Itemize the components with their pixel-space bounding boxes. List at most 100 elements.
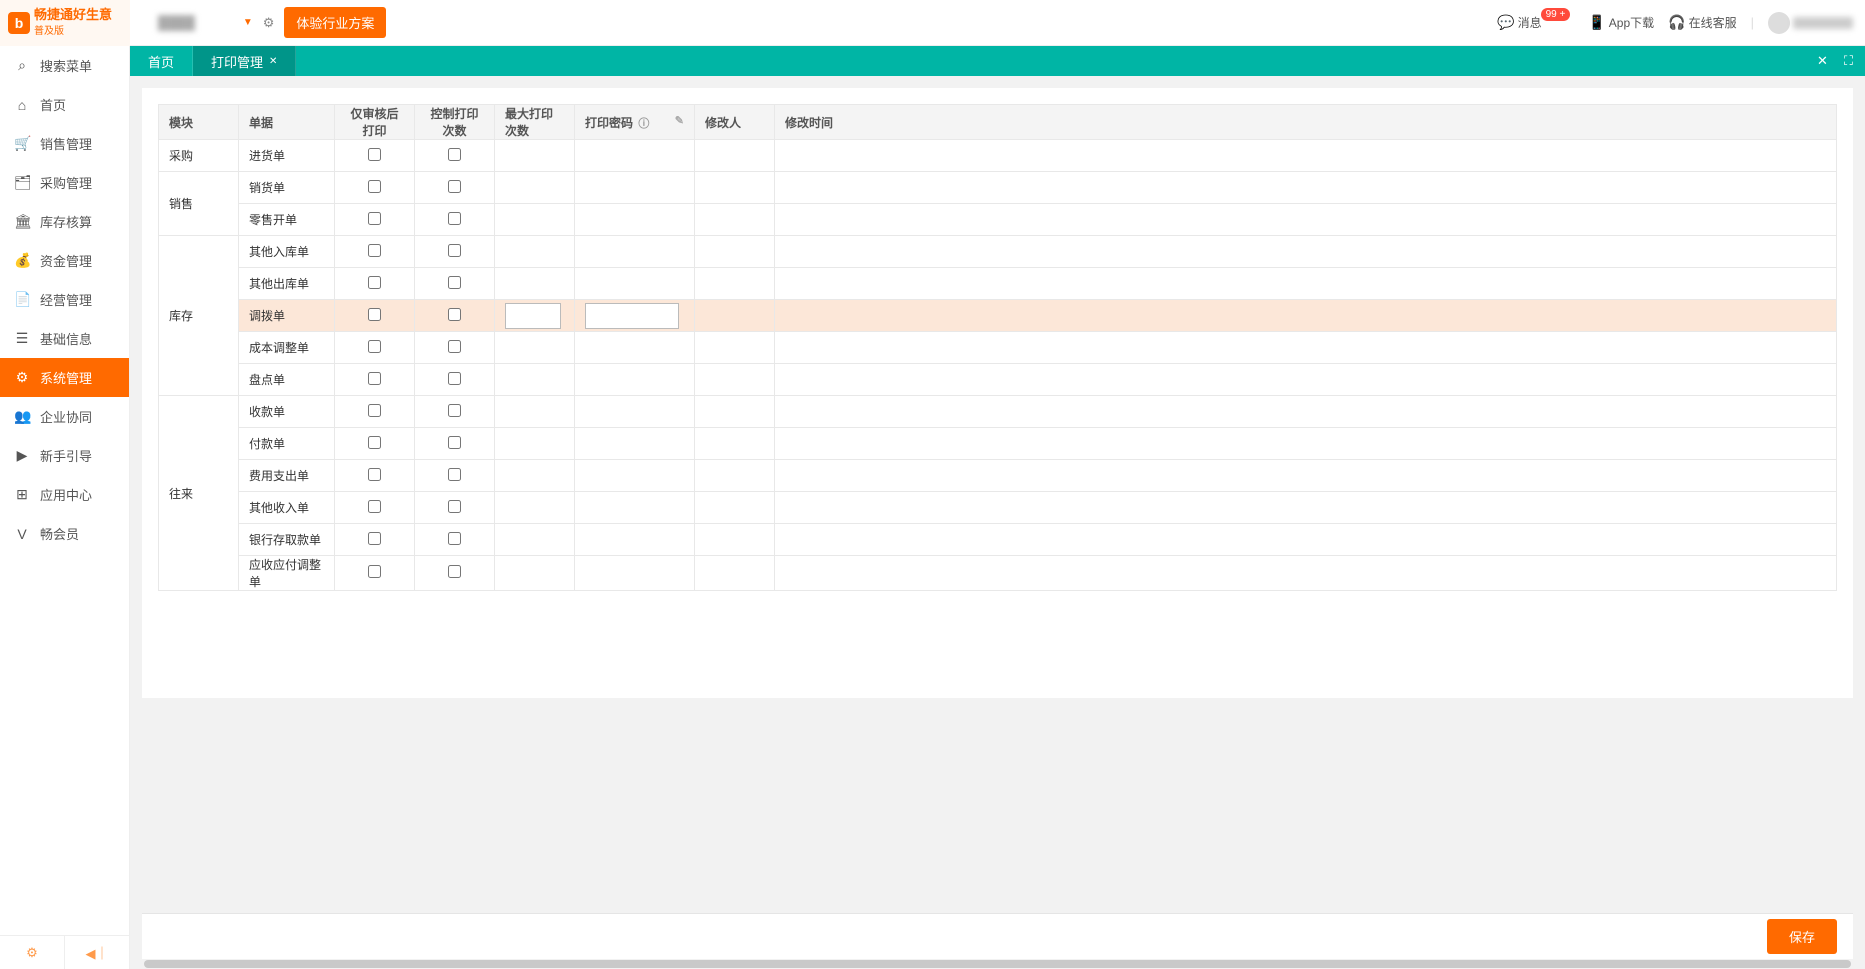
messages-link[interactable]: 💬 消息 99 + <box>1497 14 1574 31</box>
sidebar-item-purchase[interactable]: 🗂采购管理 <box>0 163 129 202</box>
close-icon[interactable]: ✕ <box>269 56 277 67</box>
sidebar-item-label: 应用中心 <box>40 485 92 504</box>
th-pwd: 打印密码 ⓘ ✎ <box>575 105 695 140</box>
ctrl-checkbox[interactable] <box>448 500 461 513</box>
cell-mtime <box>775 332 1837 364</box>
ctrl-checkbox[interactable] <box>448 276 461 289</box>
cell-pwd <box>575 556 695 591</box>
ctrl-checkbox[interactable] <box>448 212 461 225</box>
audit-checkbox[interactable] <box>368 565 381 578</box>
logo[interactable]: b 畅捷通好生意 普及版 <box>0 0 130 46</box>
cell-modifier <box>695 268 775 300</box>
sidebar-item-label: 经营管理 <box>40 290 92 309</box>
audit-checkbox[interactable] <box>368 308 381 321</box>
cell-ctrl <box>415 428 495 460</box>
cell-modifier <box>695 332 775 364</box>
online-service-link[interactable]: 🎧 在线客服 <box>1668 14 1736 31</box>
ctrl-checkbox[interactable] <box>448 565 461 578</box>
main: 首页打印管理✕ ✕ ⛶ 模块 单据 仅审核后打印 控制打印次数 最大打印次数 打… <box>130 46 1865 969</box>
sidebar-item-label: 库存核算 <box>40 212 92 231</box>
cell-modifier <box>695 236 775 268</box>
cell-pwd <box>575 524 695 556</box>
sidebar-item-guide[interactable]: ▶新手引导 <box>0 436 129 475</box>
ctrl-checkbox[interactable] <box>448 180 461 193</box>
audit-checkbox[interactable] <box>368 244 381 257</box>
tenant-selector[interactable]: ████ ▼ <box>150 13 253 32</box>
ctrl-checkbox[interactable] <box>448 148 461 161</box>
username-blurred <box>1793 17 1853 29</box>
sidebar-item-funds[interactable]: 💰资金管理 <box>0 241 129 280</box>
tab-打印管理[interactable]: 打印管理✕ <box>193 46 296 76</box>
top-header: b 畅捷通好生意 普及版 ████ ▼ ⚙ 体验行业方案 💬 消息 99 + 📱… <box>0 0 1865 46</box>
cell-ctrl <box>415 460 495 492</box>
save-button[interactable]: 保存 <box>1767 919 1837 954</box>
audit-checkbox[interactable] <box>368 340 381 353</box>
sidebar-item-collab[interactable]: 👥企业协同 <box>0 397 129 436</box>
audit-checkbox[interactable] <box>368 436 381 449</box>
audit-checkbox[interactable] <box>368 372 381 385</box>
max-print-input[interactable] <box>505 303 561 329</box>
ctrl-checkbox[interactable] <box>448 468 461 481</box>
ctrl-checkbox[interactable] <box>448 372 461 385</box>
cell-mtime <box>775 428 1837 460</box>
help-icon[interactable]: ⓘ <box>638 118 649 130</box>
edit-icon[interactable]: ✎ <box>675 114 684 127</box>
collab-icon: 👥 <box>14 408 30 425</box>
sidebar-item-inventory[interactable]: 🏛库存核算 <box>0 202 129 241</box>
audit-checkbox[interactable] <box>368 532 381 545</box>
cell-pwd <box>575 396 695 428</box>
tab-首页[interactable]: 首页 <box>130 46 193 76</box>
messages-label: 消息 <box>1518 14 1542 31</box>
sidebar-item-home[interactable]: ⌂首页 <box>0 85 129 124</box>
cell-pwd <box>575 236 695 268</box>
th-audit: 仅审核后打印 <box>335 105 415 140</box>
app-download-link[interactable]: 📱 App下载 <box>1588 14 1654 31</box>
collapse-icon: ◀｜ <box>86 943 109 962</box>
table-row: 零售开单 <box>159 204 1837 236</box>
gear-icon[interactable]: ⚙ <box>263 15 275 31</box>
cell-module: 往来 <box>159 396 239 591</box>
audit-checkbox[interactable] <box>368 276 381 289</box>
settings-button[interactable]: ⚙ <box>0 936 65 969</box>
cell-max <box>495 556 575 591</box>
user-menu[interactable] <box>1768 12 1853 34</box>
print-password-input[interactable] <box>585 303 679 329</box>
guide-icon: ▶ <box>14 447 30 464</box>
cell-audit <box>335 332 415 364</box>
cell-doc: 费用支出单 <box>239 460 335 492</box>
audit-checkbox[interactable] <box>368 180 381 193</box>
cell-doc: 销货单 <box>239 172 335 204</box>
table-header-row: 模块 单据 仅审核后打印 控制打印次数 最大打印次数 打印密码 ⓘ ✎ 修改人 … <box>159 105 1837 140</box>
industry-plan-button[interactable]: 体验行业方案 <box>284 7 386 38</box>
sidebar-item-search-menu[interactable]: ⌕搜索菜单 <box>0 46 129 85</box>
cell-audit <box>335 524 415 556</box>
horizontal-scrollbar[interactable] <box>142 959 1853 969</box>
cell-ctrl <box>415 492 495 524</box>
audit-checkbox[interactable] <box>368 468 381 481</box>
ctrl-checkbox[interactable] <box>448 308 461 321</box>
ctrl-checkbox[interactable] <box>448 340 461 353</box>
sidebar-item-sales[interactable]: 🛒销售管理 <box>0 124 129 163</box>
ctrl-checkbox[interactable] <box>448 404 461 417</box>
sidebar-item-appcenter[interactable]: ⊞应用中心 <box>0 475 129 514</box>
cell-mtime <box>775 236 1837 268</box>
sidebar-item-basic[interactable]: ☰基础信息 <box>0 319 129 358</box>
purchase-icon: 🗂 <box>14 174 30 191</box>
scrollbar-thumb[interactable] <box>144 960 1851 968</box>
sidebar-item-member[interactable]: V畅会员 <box>0 514 129 553</box>
audit-checkbox[interactable] <box>368 500 381 513</box>
audit-checkbox[interactable] <box>368 404 381 417</box>
cell-modifier <box>695 492 775 524</box>
close-tab-icon[interactable]: ✕ <box>1813 53 1832 69</box>
fullscreen-icon[interactable]: ⛶ <box>1840 53 1857 69</box>
cell-ctrl <box>415 364 495 396</box>
table-row: 销售销货单 <box>159 172 1837 204</box>
ctrl-checkbox[interactable] <box>448 436 461 449</box>
ctrl-checkbox[interactable] <box>448 532 461 545</box>
collapse-button[interactable]: ◀｜ <box>65 936 129 969</box>
sidebar-item-business[interactable]: 📄经营管理 <box>0 280 129 319</box>
ctrl-checkbox[interactable] <box>448 244 461 257</box>
audit-checkbox[interactable] <box>368 148 381 161</box>
sidebar-item-system[interactable]: ⚙系统管理 <box>0 358 129 397</box>
audit-checkbox[interactable] <box>368 212 381 225</box>
